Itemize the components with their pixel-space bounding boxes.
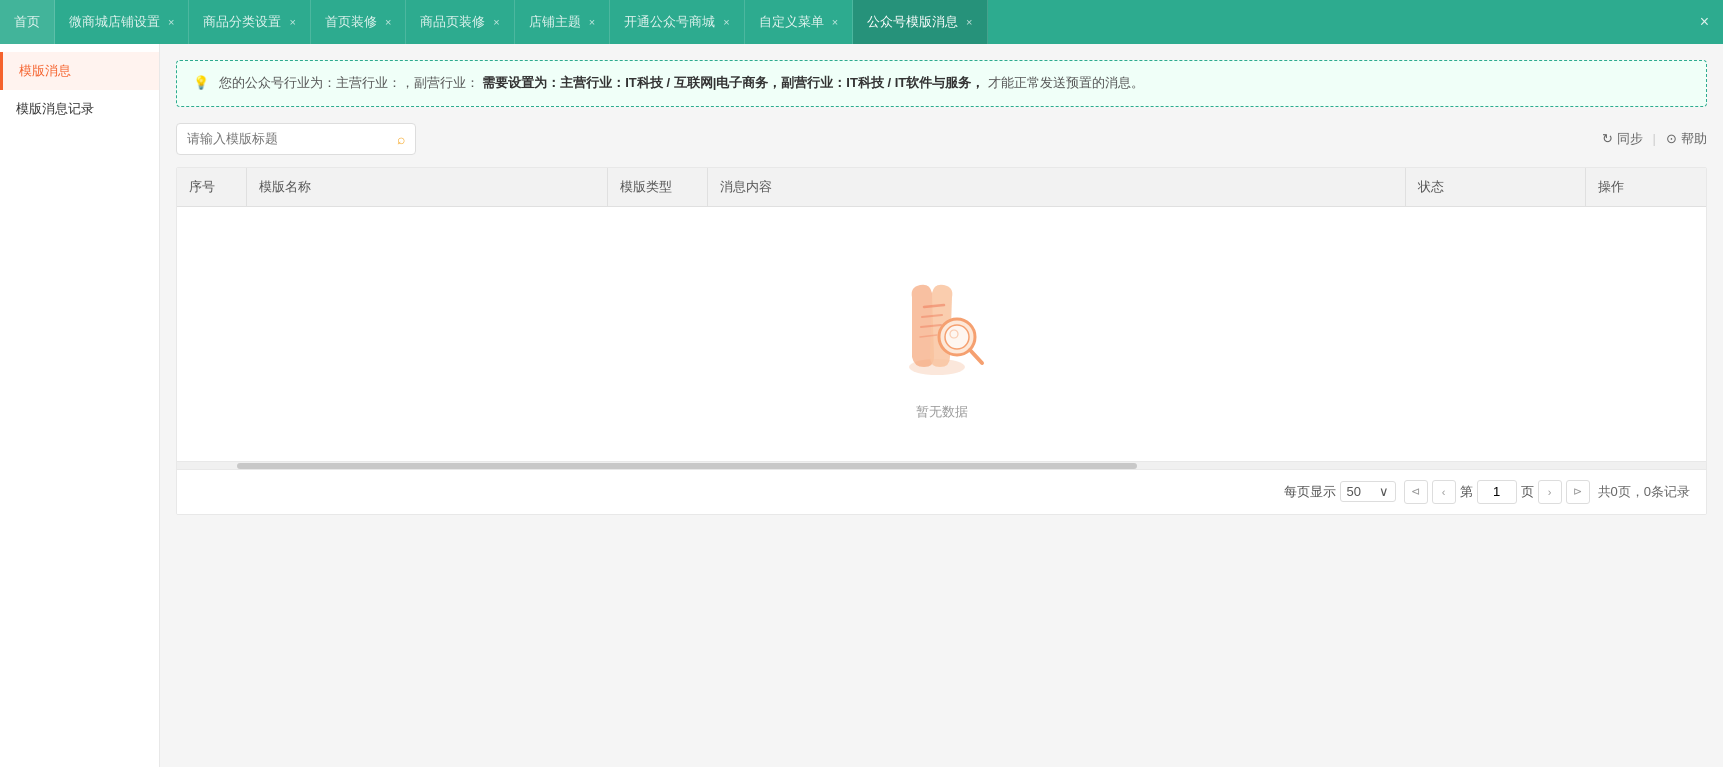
close-icon[interactable]: × bbox=[966, 16, 972, 28]
close-icon[interactable]: × bbox=[589, 16, 595, 28]
chevron-down-icon: ∨ bbox=[1379, 484, 1389, 499]
prev-page-button[interactable]: ‹ bbox=[1432, 480, 1456, 504]
close-icon[interactable]: × bbox=[832, 16, 838, 28]
help-label: 帮助 bbox=[1681, 130, 1707, 148]
page-word: 页 bbox=[1521, 483, 1534, 501]
page-size-value: 50 bbox=[1347, 484, 1361, 499]
empty-illustration bbox=[882, 267, 1002, 387]
top-navigation: 首页 微商城店铺设置 × 商品分类设置 × 首页装修 × 商品页装修 × 店铺主… bbox=[0, 0, 1723, 44]
nav-tab-custom-menu-label: 自定义菜单 bbox=[759, 13, 824, 31]
th-content: 消息内容 bbox=[708, 168, 1406, 206]
next-page-button[interactable]: › bbox=[1538, 480, 1562, 504]
close-icon[interactable]: × bbox=[723, 16, 729, 28]
search-input[interactable] bbox=[187, 131, 397, 146]
last-page-button[interactable]: ⊳ bbox=[1566, 480, 1590, 504]
nav-tab-home-label: 首页 bbox=[14, 13, 40, 31]
sidebar-item-template-message[interactable]: 模版消息 bbox=[0, 52, 159, 90]
sidebar: 模版消息 模版消息记录 bbox=[0, 44, 160, 767]
empty-text: 暂无数据 bbox=[916, 403, 968, 421]
page-controls: ⊲ ‹ 第 页 › ⊳ bbox=[1404, 480, 1590, 504]
help-icon: ⊙ bbox=[1666, 131, 1677, 146]
close-all-icon: × bbox=[1700, 13, 1709, 31]
th-seq: 序号 bbox=[177, 168, 247, 206]
nav-tab-homepage-decor[interactable]: 首页装修 × bbox=[311, 0, 406, 44]
sync-label: 同步 bbox=[1617, 130, 1643, 148]
data-table: 序号 模版名称 模版类型 消息内容 状态 操作 bbox=[176, 167, 1707, 515]
nav-tab-shop-theme[interactable]: 店铺主题 × bbox=[515, 0, 610, 44]
close-icon[interactable]: × bbox=[168, 16, 174, 28]
search-input-wrap[interactable]: ⌕ bbox=[176, 123, 416, 155]
nav-tab-open-wechat-mall-label: 开通公众号商城 bbox=[624, 13, 715, 31]
nav-tab-category-settings[interactable]: 商品分类设置 × bbox=[189, 0, 310, 44]
divider: | bbox=[1653, 131, 1656, 146]
nav-tab-shop-theme-label: 店铺主题 bbox=[529, 13, 581, 31]
notice-prefix-text: 您的公众号行业为：主营行业：，副营行业： bbox=[219, 75, 479, 90]
notice-suffix-text: 才能正常发送预置的消息。 bbox=[988, 75, 1144, 90]
nav-tab-open-wechat-mall[interactable]: 开通公众号商城 × bbox=[610, 0, 744, 44]
scrollbar-thumb[interactable] bbox=[237, 463, 1137, 469]
horizontal-scrollbar[interactable] bbox=[177, 461, 1706, 469]
nav-tab-product-decor[interactable]: 商品页装修 × bbox=[406, 0, 514, 44]
page-size-select: 每页显示 50 ∨ bbox=[1284, 481, 1396, 502]
search-icon[interactable]: ⌕ bbox=[397, 131, 405, 147]
page-di-label: 第 bbox=[1460, 483, 1473, 501]
search-actions: ↻ 同步 | ⊙ 帮助 bbox=[1602, 130, 1707, 148]
content-area: 💡 您的公众号行业为：主营行业：，副营行业： 需要设置为：主营行业：IT科技 /… bbox=[160, 44, 1723, 767]
page-size-dropdown[interactable]: 50 ∨ bbox=[1340, 481, 1396, 502]
th-status: 状态 bbox=[1406, 168, 1586, 206]
nav-tab-home[interactable]: 首页 bbox=[0, 0, 55, 44]
close-all-button[interactable]: × bbox=[1686, 0, 1723, 44]
th-action: 操作 bbox=[1586, 168, 1706, 206]
main-layout: 模版消息 模版消息记录 💡 您的公众号行业为：主营行业：，副营行业： 需要设置为… bbox=[0, 44, 1723, 767]
nav-tab-wechat-template-label: 公众号模版消息 bbox=[867, 13, 958, 31]
nav-tab-custom-menu[interactable]: 自定义菜单 × bbox=[745, 0, 853, 44]
page-number-input[interactable] bbox=[1477, 480, 1517, 504]
notice-highlight-text: 需要设置为：主营行业：IT科技 / 互联网|电子商务，副营行业：IT科技 / I… bbox=[482, 75, 984, 90]
th-name: 模版名称 bbox=[247, 168, 608, 206]
nav-tab-shop-settings-label: 微商城店铺设置 bbox=[69, 13, 160, 31]
sync-icon: ↻ bbox=[1602, 131, 1613, 146]
notice-box: 💡 您的公众号行业为：主营行业：，副营行业： 需要设置为：主营行业：IT科技 /… bbox=[176, 60, 1707, 107]
notice-icon: 💡 bbox=[193, 75, 209, 90]
close-icon[interactable]: × bbox=[289, 16, 295, 28]
sidebar-item-template-message-label: 模版消息 bbox=[19, 63, 71, 78]
sidebar-item-template-message-record[interactable]: 模版消息记录 bbox=[0, 90, 159, 128]
help-button[interactable]: ⊙ 帮助 bbox=[1666, 130, 1707, 148]
close-icon[interactable]: × bbox=[493, 16, 499, 28]
first-page-button[interactable]: ⊲ bbox=[1404, 480, 1428, 504]
nav-tab-wechat-template[interactable]: 公众号模版消息 × bbox=[853, 0, 987, 44]
search-bar: ⌕ ↻ 同步 | ⊙ 帮助 bbox=[176, 123, 1707, 155]
page-size-label: 每页显示 bbox=[1284, 483, 1336, 501]
nav-tab-shop-settings[interactable]: 微商城店铺设置 × bbox=[55, 0, 189, 44]
empty-state: 暂无数据 bbox=[177, 207, 1706, 461]
th-type: 模版类型 bbox=[608, 168, 708, 206]
nav-tab-category-settings-label: 商品分类设置 bbox=[203, 13, 281, 31]
svg-line-7 bbox=[970, 350, 982, 363]
page-total: 共0页，0条记录 bbox=[1598, 483, 1690, 501]
close-icon[interactable]: × bbox=[385, 16, 391, 28]
table-header: 序号 模版名称 模版类型 消息内容 状态 操作 bbox=[177, 168, 1706, 207]
nav-tab-homepage-decor-label: 首页装修 bbox=[325, 13, 377, 31]
sync-button[interactable]: ↻ 同步 bbox=[1602, 130, 1643, 148]
pagination: 每页显示 50 ∨ ⊲ ‹ 第 页 › ⊳ 共0页，0条记录 bbox=[177, 469, 1706, 514]
sidebar-item-template-message-record-label: 模版消息记录 bbox=[16, 101, 94, 116]
nav-tab-product-decor-label: 商品页装修 bbox=[420, 13, 485, 31]
